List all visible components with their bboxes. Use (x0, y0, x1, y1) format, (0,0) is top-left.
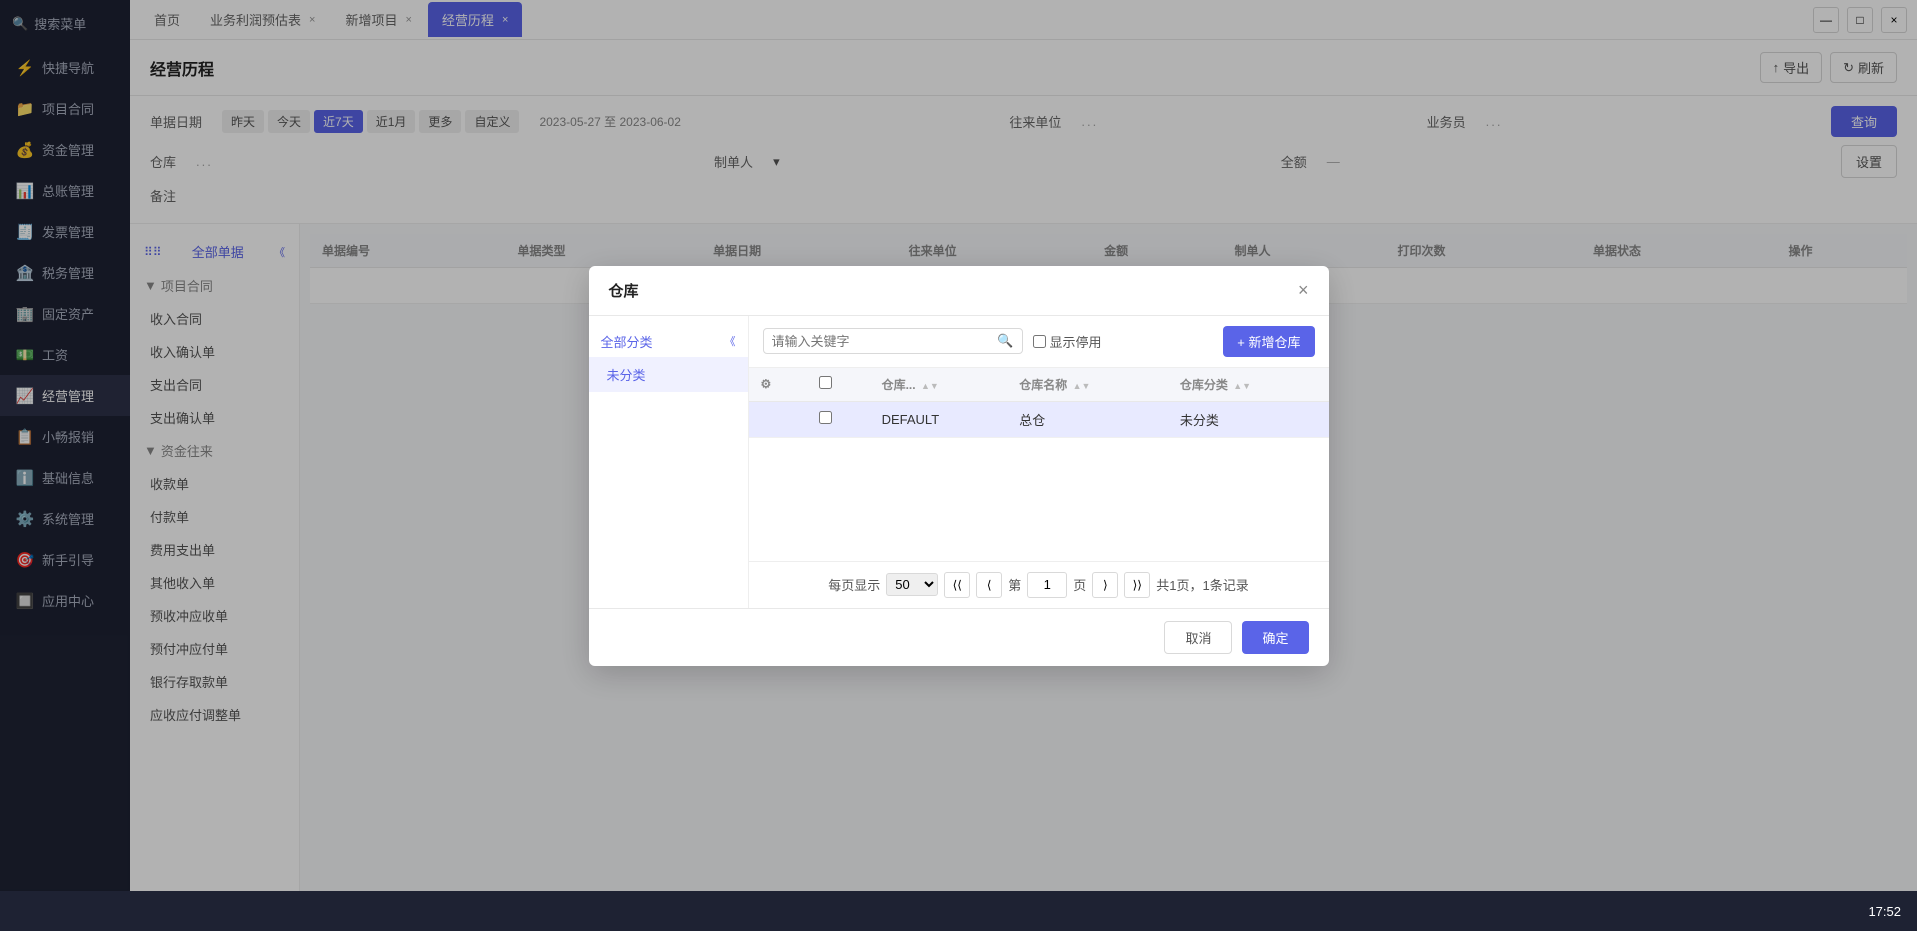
modal-left-all-label: 全部分类 (601, 332, 653, 351)
row-warehouse-name: 总仓 (1007, 401, 1168, 437)
cancel-button[interactable]: 取消 (1164, 621, 1232, 654)
row-warehouse-code: DEFAULT (870, 401, 1008, 437)
table-row[interactable]: DEFAULT 总仓 未分类 (749, 401, 1329, 437)
modal-left-collapse-icon[interactable]: 《 (725, 333, 736, 349)
sort-arrows-name: ▲▼ (1073, 381, 1091, 391)
col-warehouse-code-label: 仓库... (882, 378, 916, 392)
modal-page-label: 第 (1008, 575, 1021, 594)
col-warehouse-name-label: 仓库名称 (1019, 378, 1067, 392)
col-checkbox (807, 368, 869, 402)
show-disabled-label: 显示停用 (1033, 332, 1102, 351)
show-disabled-text: 显示停用 (1050, 332, 1102, 351)
sort-arrows-category: ▲▼ (1233, 381, 1251, 391)
modal-total-info: 共1页，1条记录 (1156, 575, 1248, 594)
modal-left-item-label: 未分类 (607, 368, 646, 383)
col-warehouse-category-label: 仓库分类 (1180, 378, 1228, 392)
modal-prev-page-btn[interactable]: ⟨ (976, 572, 1002, 598)
row-warehouse-category: 未分类 (1168, 401, 1329, 437)
add-warehouse-button[interactable]: + 新增仓库 (1223, 326, 1314, 357)
add-warehouse-label: + 新增仓库 (1237, 332, 1300, 351)
modal-body: 全部分类 《 未分类 🔍 显示停用 + 新增仓库 (589, 316, 1329, 608)
modal-left-header: 全部分类 《 (589, 326, 748, 357)
modal-page-suffix: 页 (1073, 575, 1086, 594)
modal-search-box: 🔍 (763, 328, 1023, 354)
modal-page-input[interactable] (1027, 572, 1067, 598)
modal-table-header: ⚙ 仓库... ▲▼ 仓库名称 ▲▼ (749, 368, 1329, 402)
modal-title: 仓库 (609, 280, 639, 301)
col-warehouse-category: 仓库分类 ▲▼ (1168, 368, 1329, 402)
warehouse-table: ⚙ 仓库... ▲▼ 仓库名称 ▲▼ (749, 368, 1329, 438)
show-disabled-checkbox[interactable] (1033, 335, 1046, 348)
modal-footer: 取消 确定 (589, 608, 1329, 666)
taskbar-time: 17:52 (1868, 904, 1901, 919)
modal-left-item-uncategorized[interactable]: 未分类 (589, 357, 748, 392)
modal-table: ⚙ 仓库... ▲▼ 仓库名称 ▲▼ (749, 368, 1329, 561)
row-checkbox (807, 401, 869, 437)
col-warehouse-name: 仓库名称 ▲▼ (1007, 368, 1168, 402)
modal-toolbar: 🔍 显示停用 + 新增仓库 (749, 316, 1329, 368)
row-settings (749, 401, 808, 437)
modal-header: 仓库 × (589, 266, 1329, 316)
modal-left-panel: 全部分类 《 未分类 (589, 316, 749, 608)
modal-search-input[interactable] (772, 334, 998, 349)
warehouse-modal: 仓库 × 全部分类 《 未分类 🔍 显示停用 (589, 266, 1329, 666)
modal-per-page-select[interactable]: 50 10 20 100 (886, 573, 938, 596)
modal-right-panel: 🔍 显示停用 + 新增仓库 ⚙ (749, 316, 1329, 608)
confirm-button[interactable]: 确定 (1242, 621, 1308, 654)
modal-close-button[interactable]: × (1298, 280, 1309, 301)
row-select-checkbox[interactable] (819, 411, 832, 424)
modal-next-page-btn[interactable]: ⟩ (1092, 572, 1118, 598)
taskbar: 17:52 (0, 891, 1917, 931)
select-all-checkbox[interactable] (819, 376, 832, 389)
modal-pagination: 每页显示 50 10 20 100 ⟨⟨ ⟨ 第 页 ⟩ ⟩⟩ 共1页，1条记录 (749, 561, 1329, 608)
modal-first-page-btn[interactable]: ⟨⟨ (944, 572, 970, 598)
modal-last-page-btn[interactable]: ⟩⟩ (1124, 572, 1150, 598)
modal-search-icon: 🔍 (997, 333, 1013, 349)
col-warehouse-code: 仓库... ▲▼ (870, 368, 1008, 402)
sort-arrows-code: ▲▼ (921, 381, 939, 391)
col-settings: ⚙ (749, 368, 808, 402)
modal-per-page-label: 每页显示 (828, 575, 880, 594)
col-settings-icon: ⚙ (761, 377, 772, 391)
